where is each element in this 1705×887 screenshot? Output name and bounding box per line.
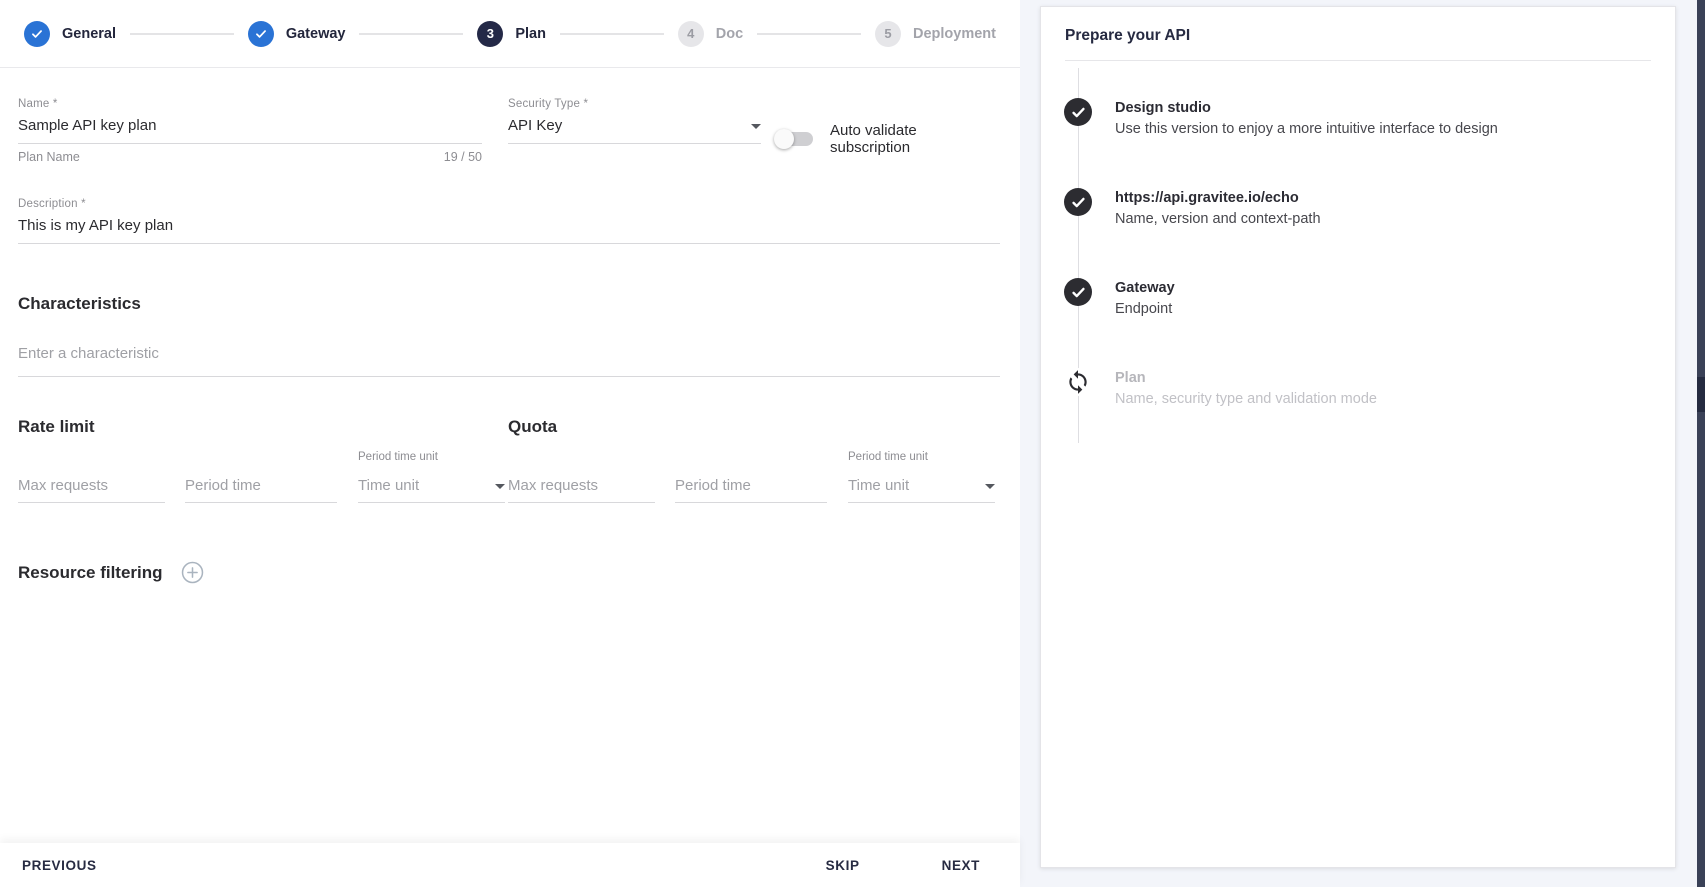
rate-limit-heading: Rate limit <box>18 417 506 437</box>
period-time-unit-label: Period time unit <box>848 451 995 463</box>
checklist-item-gateway: Gateway Endpoint <box>1065 278 1651 317</box>
step-connector <box>359 33 463 35</box>
step-label: Gateway <box>286 26 346 42</box>
time-unit-value: Time unit <box>848 471 909 502</box>
auto-validate-label: Auto validate subscription <box>830 122 1000 156</box>
time-unit-select[interactable]: Time unit <box>848 471 995 502</box>
name-field-hint: Plan Name <box>18 150 80 164</box>
security-type-label: Security Type * <box>508 98 761 110</box>
checklist-item-subtitle: Use this version to enjoy a more intuiti… <box>1115 121 1498 137</box>
divider <box>1065 60 1651 61</box>
step-deployment[interactable]: 5 Deployment <box>875 21 996 47</box>
quota-heading: Quota <box>508 417 1000 437</box>
checklist-item-subtitle: Name, version and context-path <box>1115 211 1321 227</box>
step-number-badge: 4 <box>678 21 704 47</box>
toggle-knob <box>774 129 794 149</box>
check-circle-icon <box>1064 278 1092 306</box>
wizard-footer: PREVIOUS SKIP NEXT <box>0 843 1020 887</box>
rate-limit-max-requests-field: Max requests <box>18 471 165 503</box>
add-resource-filter-button[interactable] <box>181 561 204 584</box>
checklist-item-title: Gateway <box>1115 280 1175 296</box>
characteristic-input[interactable]: Enter a characteristic <box>18 338 1000 377</box>
step-doc[interactable]: 4 Doc <box>678 21 743 47</box>
skip-button[interactable]: SKIP <box>826 858 860 873</box>
plan-name-field-group: Name * Sample API key plan Plan Name 19 … <box>18 98 482 164</box>
step-label: Doc <box>716 26 743 42</box>
name-input[interactable]: Sample API key plan <box>18 110 482 144</box>
auto-validate-toggle[interactable] <box>777 132 813 146</box>
check-icon <box>248 21 274 47</box>
next-button[interactable]: NEXT <box>942 858 980 873</box>
quota-period-time-field: Period time <box>675 471 827 503</box>
description-input[interactable]: This is my API key plan <box>18 210 1000 244</box>
step-connector <box>560 33 664 35</box>
step-label: Deployment <box>913 26 996 42</box>
rate-limit-period-time-field: Period time <box>185 471 337 503</box>
checklist-item-title: Design studio <box>1115 100 1498 116</box>
period-time-input[interactable]: Period time <box>185 471 337 503</box>
name-field-label: Name * <box>18 98 482 110</box>
rate-limit-time-unit-field: Period time unit Time unit <box>358 451 505 503</box>
prepare-api-panel: Prepare your API Design studio Use this … <box>1040 6 1676 868</box>
security-type-select[interactable]: API Key <box>508 110 761 143</box>
checklist-item-title: https://api.gravitee.io/echo <box>1115 190 1321 206</box>
quota-max-requests-field: Max requests <box>508 471 655 503</box>
scrollbar-thumb[interactable] <box>1697 377 1705 412</box>
chevron-down-icon <box>495 484 505 489</box>
security-type-value: API Key <box>508 110 562 143</box>
dark-edge-scrollbar-track <box>1697 0 1705 887</box>
time-unit-select[interactable]: Time unit <box>358 471 505 502</box>
checklist-item-plan: Plan Name, security type and validation … <box>1065 368 1651 407</box>
wizard-stepper: General Gateway 3 Plan 4 Doc 5 Deploymen… <box>0 0 1020 68</box>
checklist-item-subtitle: Endpoint <box>1115 301 1175 317</box>
auto-validate-group: Auto validate subscription <box>777 122 1000 156</box>
previous-button[interactable]: PREVIOUS <box>22 858 97 873</box>
step-label: General <box>62 26 116 42</box>
description-label: Description * <box>18 198 1000 210</box>
step-label: Plan <box>515 26 546 42</box>
chevron-down-icon <box>751 124 761 129</box>
checklist-item-title: Plan <box>1115 370 1377 386</box>
description-field-group: Description * This is my API key plan <box>18 198 1000 244</box>
name-char-counter: 19 / 50 <box>444 150 482 164</box>
time-unit-value: Time unit <box>358 471 419 502</box>
step-connector <box>757 33 861 35</box>
rate-limit-section: Rate limit Max requests Period time Peri… <box>18 417 506 503</box>
plan-form: Name * Sample API key plan Plan Name 19 … <box>0 98 1020 584</box>
quota-time-unit-field: Period time unit Time unit <box>848 451 995 503</box>
period-time-unit-label: Period time unit <box>358 451 505 463</box>
resource-filtering-heading: Resource filtering <box>18 563 163 583</box>
sync-in-progress-icon <box>1064 368 1092 396</box>
check-circle-icon <box>1064 98 1092 126</box>
step-gateway[interactable]: Gateway <box>248 21 346 47</box>
max-requests-input[interactable]: Max requests <box>18 471 165 503</box>
security-type-field-group: Security Type * API Key <box>508 98 761 144</box>
max-requests-input[interactable]: Max requests <box>508 471 655 503</box>
chevron-down-icon <box>985 484 995 489</box>
checklist-item-subtitle: Name, security type and validation mode <box>1115 391 1377 407</box>
step-connector <box>130 33 234 35</box>
check-icon <box>24 21 50 47</box>
step-general[interactable]: General <box>24 21 116 47</box>
step-number-badge: 3 <box>477 21 503 47</box>
checklist-item-design-studio: Design studio Use this version to enjoy … <box>1065 98 1651 137</box>
characteristics-heading: Characteristics <box>18 294 1000 314</box>
prepare-api-title: Prepare your API <box>1065 27 1651 45</box>
step-plan[interactable]: 3 Plan <box>477 21 546 47</box>
step-number-badge: 5 <box>875 21 901 47</box>
plan-form-panel: General Gateway 3 Plan 4 Doc 5 Deploymen… <box>0 0 1020 887</box>
prepare-api-checklist: Design studio Use this version to enjoy … <box>1065 98 1651 407</box>
checklist-item-context-path: https://api.gravitee.io/echo Name, versi… <box>1065 188 1651 227</box>
quota-section: Quota Max requests Period time Period ti… <box>508 417 1000 503</box>
period-time-input[interactable]: Period time <box>675 471 827 503</box>
check-circle-icon <box>1064 188 1092 216</box>
